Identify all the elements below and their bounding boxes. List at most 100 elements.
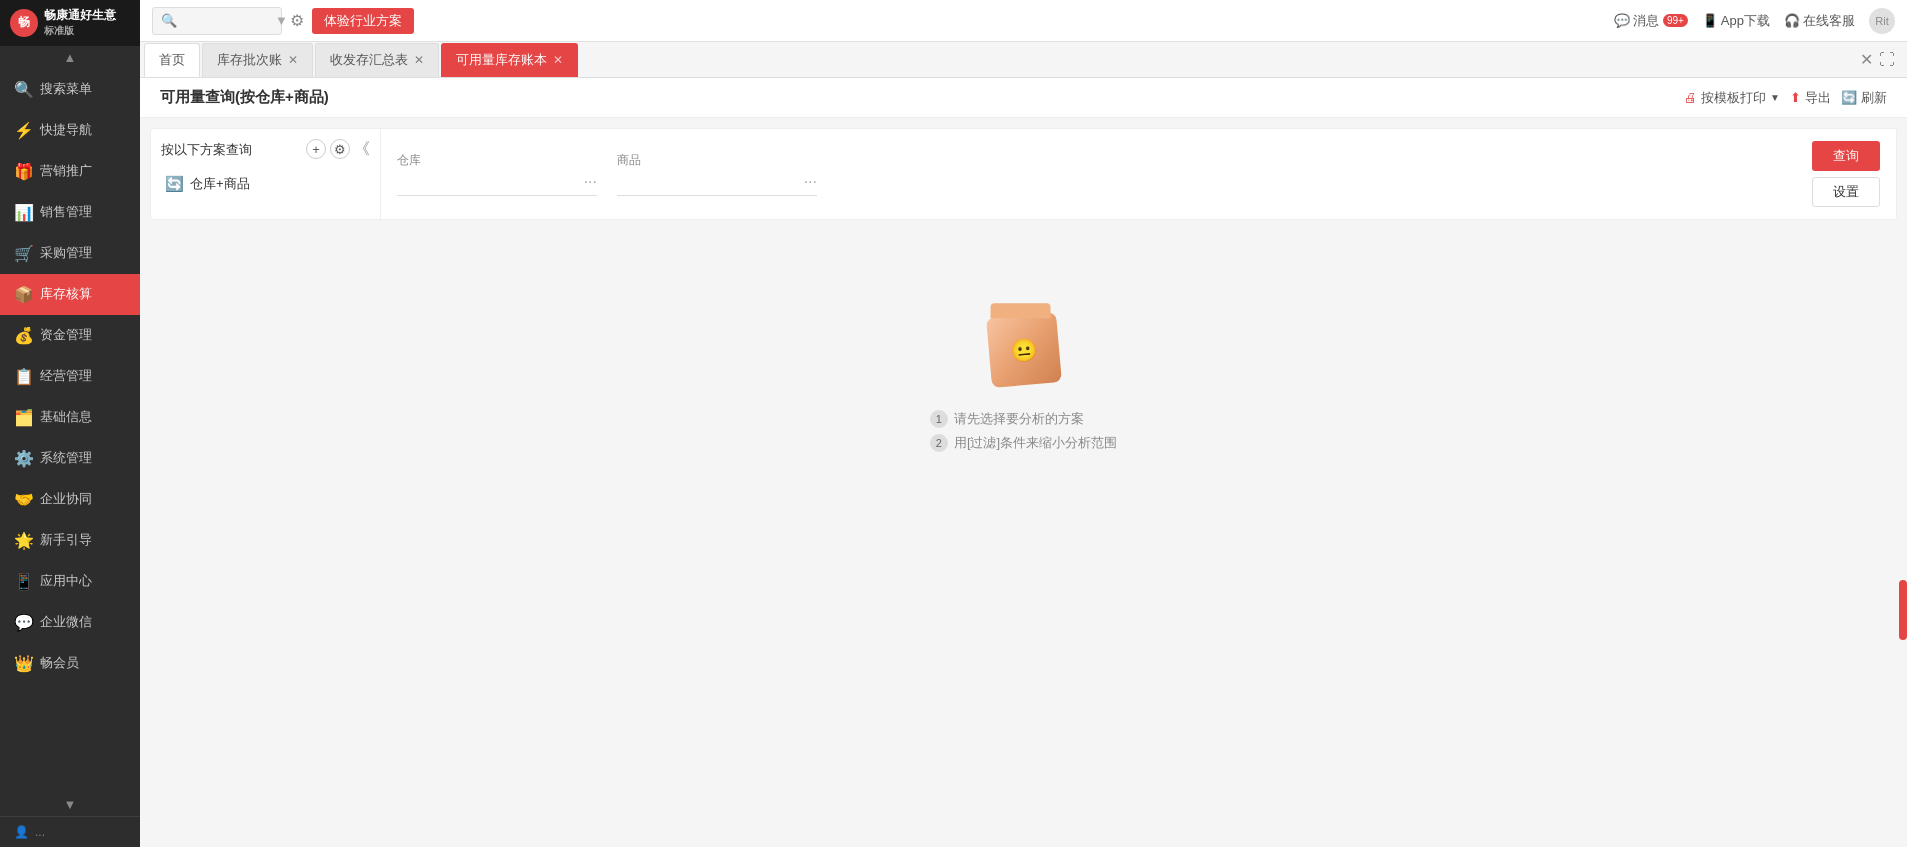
filter-header-icons: + ⚙ 《 [306,139,370,160]
filter-action-buttons: 查询 设置 [1812,141,1880,207]
app-download-button[interactable]: 📱 App下载 [1702,12,1770,30]
tab-inventory-summary-label: 收发存汇总表 [330,51,408,69]
sidebar-item-system[interactable]: ⚙️ 系统管理 [0,438,140,479]
hint-num-1: 1 [930,410,948,428]
empty-box-graphic: 😐 [986,312,1062,388]
sidebar-item-label: 经营管理 [40,367,92,385]
industry-solution-button[interactable]: 体验行业方案 [312,8,414,34]
hint-item-2: 2 用[过滤]条件来缩小分析范围 [930,434,1117,452]
tab-batch-ledger[interactable]: 库存批次账 ✕ [202,43,313,77]
sidebar-item-label: 企业微信 [40,613,92,631]
empty-illustration: 😐 [974,300,1074,400]
scheme-settings-button[interactable]: ⚙ [330,139,350,159]
tab-home[interactable]: 首页 [144,43,200,77]
topbar-dropdown-icon[interactable]: ▼ [275,13,288,28]
user-profile[interactable]: Rit [1869,8,1895,34]
tab-close-icon[interactable]: ✕ [553,53,563,67]
sidebar-item-app[interactable]: 📱 应用中心 [0,561,140,602]
empty-state: 😐 1 请先选择要分析的方案 2 用[过滤]条件来缩小分析范围 [140,220,1907,532]
goods-input[interactable] [617,175,800,190]
empty-hints: 1 请先选择要分析的方案 2 用[过滤]条件来缩小分析范围 [930,410,1117,452]
sidebar-item-label: 新手引导 [40,531,92,549]
filter-settings-button[interactable]: 设置 [1812,177,1880,207]
search-icon: 🔍 [14,80,32,99]
sidebar-item-sales[interactable]: 📊 销售管理 [0,192,140,233]
online-service-button[interactable]: 🎧 在线客服 [1784,12,1855,30]
refresh-button[interactable]: 🔄 刷新 [1841,89,1887,107]
gear-icon: ⚙️ [14,449,32,468]
sidebar-item-shortcut[interactable]: ⚡ 快捷导航 [0,110,140,151]
gift-icon: 🎁 [14,162,32,181]
goods-field: 商品 ··· [617,152,817,196]
tabs-right-controls: ✕ ⛶ [1860,50,1903,69]
filter-fields-panel: 仓库 ··· 商品 ··· 查询 设置 [381,129,1896,219]
tab-close-icon[interactable]: ✕ [288,53,298,67]
hint-text-2: 用[过滤]条件来缩小分析范围 [954,434,1117,452]
box-icon: 📦 [14,285,32,304]
query-button[interactable]: 查询 [1812,141,1880,171]
crown-icon: 👑 [14,654,32,673]
scroll-down-arrow[interactable]: ▼ [0,793,140,816]
sidebar-item-label: 基础信息 [40,408,92,426]
print-button[interactable]: 🖨 按模板打印 ▼ [1684,89,1780,107]
page-header-actions: 🖨 按模板打印 ▼ ⬆ 导出 🔄 刷新 [1684,89,1887,107]
footer-username: ... [35,825,45,839]
tab-maximize-button[interactable]: ⛶ [1879,51,1895,69]
filter-scheme-title: 按以下方案查询 [161,141,252,159]
message-button[interactable]: 💬 消息 99+ [1614,12,1688,30]
print-icon: 🖨 [1684,90,1697,105]
add-scheme-button[interactable]: + [306,139,326,159]
message-badge: 99+ [1663,14,1688,27]
sidebar-item-operation[interactable]: 📋 经营管理 [0,356,140,397]
collapse-icon[interactable]: 《 [354,139,370,160]
sidebar-item-search[interactable]: 🔍 搜索菜单 [0,69,140,110]
tab-available-ledger[interactable]: 可用量库存账本 ✕ [441,43,578,77]
sidebar-item-finance[interactable]: 💰 资金管理 [0,315,140,356]
sidebar-item-enterprise[interactable]: 🤝 企业协同 [0,479,140,520]
chat-icon: 💬 [14,613,32,632]
sidebar-item-basic[interactable]: 🗂️ 基础信息 [0,397,140,438]
sidebar-item-purchase[interactable]: 🛒 采购管理 [0,233,140,274]
sidebar-item-guide[interactable]: 🌟 新手引导 [0,520,140,561]
tab-close-window-button[interactable]: ✕ [1860,50,1873,69]
page-header: 可用量查询(按仓库+商品) 🖨 按模板打印 ▼ ⬆ 导出 🔄 刷新 [140,78,1907,118]
warehouse-label: 仓库 [397,152,597,169]
sidebar-footer: 👤 ... [0,816,140,847]
sidebar-item-label: 库存核算 [40,285,92,303]
sidebar-item-label: 销售管理 [40,203,92,221]
scroll-up-arrow[interactable]: ▲ [0,46,140,69]
topbar-right-actions: 💬 消息 99+ 📱 App下载 🎧 在线客服 Rit [1614,8,1895,34]
sidebar-item-inventory[interactable]: 📦 库存核算 [0,274,140,315]
sidebar-item-wechat[interactable]: 💬 企业微信 [0,602,140,643]
sidebar-item-label: 搜索菜单 [40,80,92,98]
print-label: 按模板打印 [1701,89,1766,107]
sidebar-item-label: 企业协同 [40,490,92,508]
tab-close-icon[interactable]: ✕ [414,53,424,67]
warehouse-more-icon[interactable]: ··· [584,173,597,191]
refresh-icon: 🔄 [1841,90,1857,105]
export-button[interactable]: ⬆ 导出 [1790,89,1831,107]
sidebar-item-vip[interactable]: 👑 畅会员 [0,643,140,684]
filter-panel: 按以下方案查询 + ⚙ 《 🔄 仓库+商品 仓库 [150,128,1897,220]
sidebar: 畅 畅康通好生意 标准版 ▲ 🔍 搜索菜单 ⚡ 快捷导航 🎁 营销推广 📊 销售… [0,0,140,847]
goods-input-container: ··· [617,173,817,196]
warehouse-input[interactable] [397,175,580,190]
topbar-search-box[interactable]: 🔍 ▼ [152,7,282,35]
topbar-search-input[interactable] [181,14,271,28]
print-dropdown-icon[interactable]: ▼ [1770,92,1780,103]
shortcut-icon: ⚡ [14,121,32,140]
tab-available-ledger-label: 可用量库存账本 [456,51,547,69]
app-download-label: App下载 [1721,12,1770,30]
app-badge: 标准版 [44,24,116,38]
scheme-label: 仓库+商品 [190,175,250,193]
tab-inventory-summary[interactable]: 收发存汇总表 ✕ [315,43,439,77]
scheme-warehouse-goods[interactable]: 🔄 仓库+商品 [151,168,380,200]
main-content: 🔍 ▼ ⚙ 体验行业方案 💬 消息 99+ 📱 App下载 🎧 在线客服 [140,0,1907,847]
sidebar-item-marketing[interactable]: 🎁 营销推广 [0,151,140,192]
right-scrollbar[interactable] [1899,580,1907,640]
scheme-sync-icon: 🔄 [165,175,184,193]
user-icon: 👤 [14,825,29,839]
goods-more-icon[interactable]: ··· [804,173,817,191]
topbar-gear-icon[interactable]: ⚙ [290,11,304,30]
avatar: Rit [1869,8,1895,34]
